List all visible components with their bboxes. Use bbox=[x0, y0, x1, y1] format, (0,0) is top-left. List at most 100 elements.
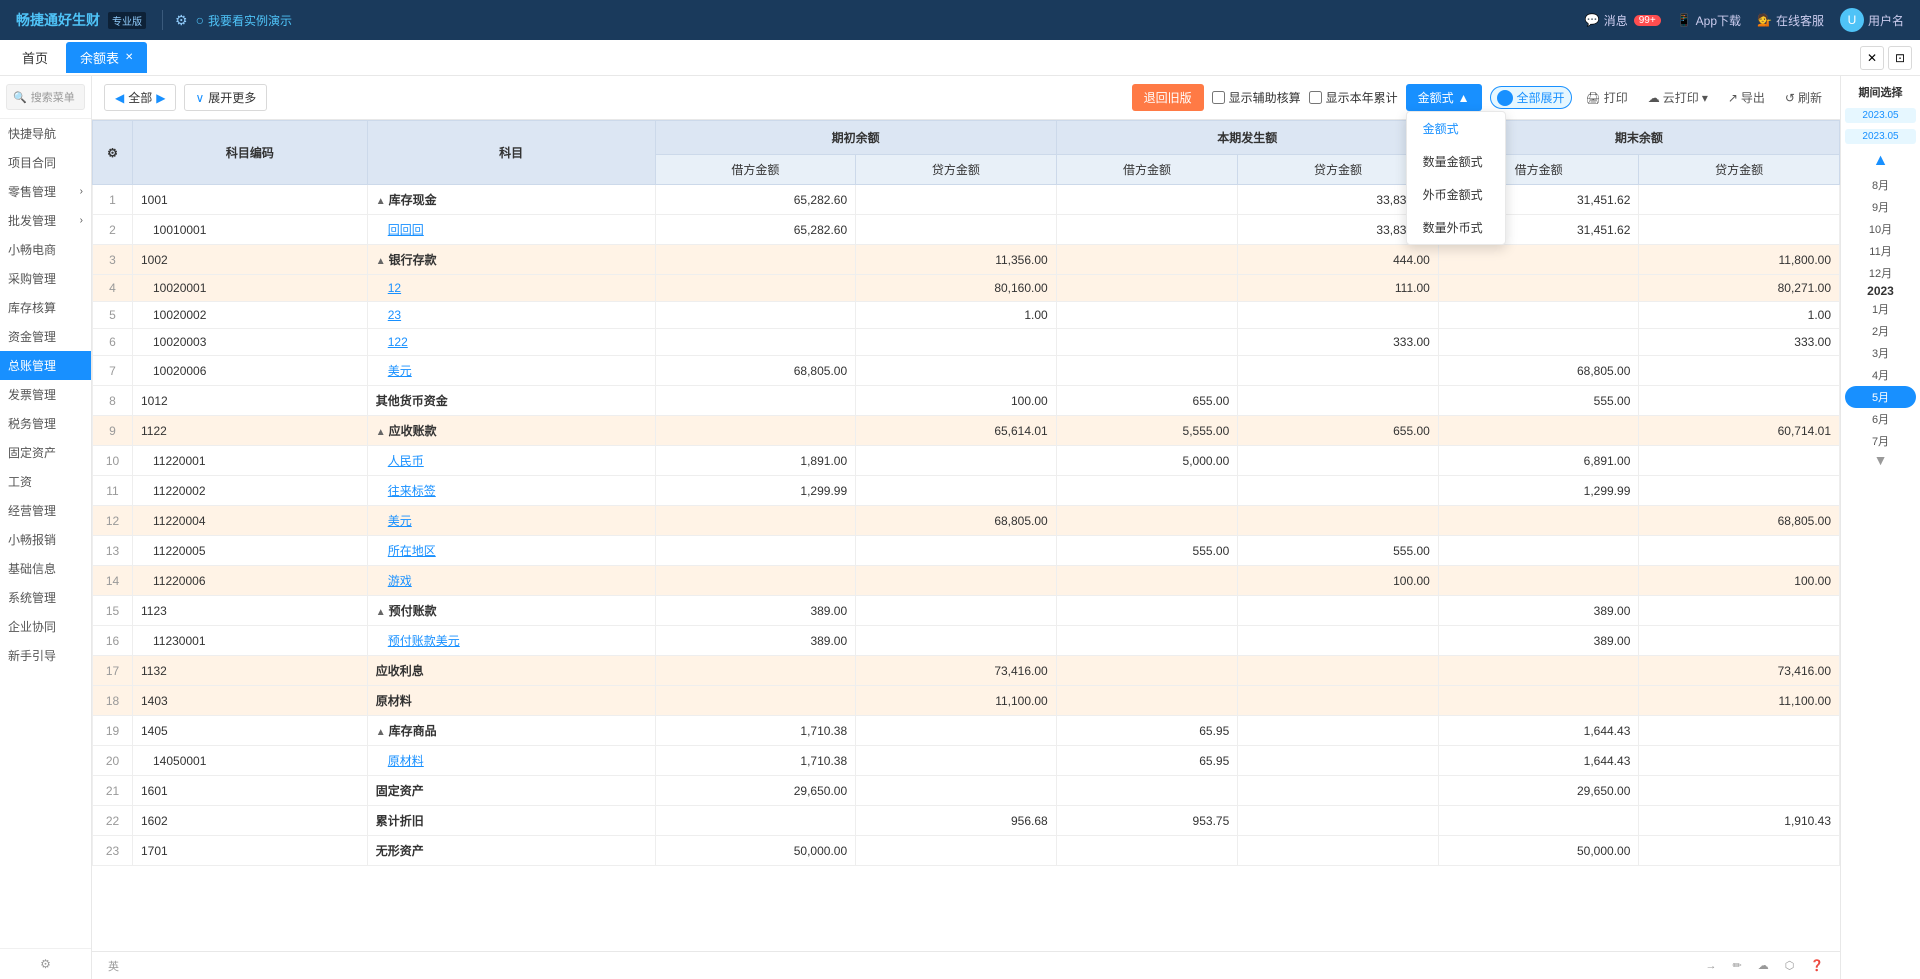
show-auxiliary-checkbox[interactable] bbox=[1212, 91, 1225, 104]
user-avatar[interactable]: U 用户名 bbox=[1840, 8, 1904, 32]
expand-arrow[interactable]: ▲ bbox=[376, 256, 386, 267]
period-item-2023-3月[interactable]: 3月 bbox=[1845, 342, 1916, 364]
sidebar-item-purchase_mgmt[interactable]: 采购管理 bbox=[0, 264, 91, 293]
period-nav-down-btn[interactable]: ▼ bbox=[1845, 452, 1916, 468]
sidebar-item-general_ledger[interactable]: 总账管理 bbox=[0, 351, 91, 380]
subject-link[interactable]: 原材料 bbox=[388, 754, 424, 768]
sidebar-item-project[interactable]: 项目合同 bbox=[0, 148, 91, 177]
expand-arrow[interactable]: ▲ bbox=[376, 427, 386, 438]
period-item-2023-6月[interactable]: 6月 bbox=[1845, 408, 1916, 430]
sidebar-item-inventory[interactable]: 库存核算 bbox=[0, 293, 91, 322]
subject-link[interactable]: 所在地区 bbox=[388, 544, 436, 558]
arrow-icon-bottom[interactable]: → bbox=[1701, 958, 1720, 974]
window-close-btn[interactable]: ✕ bbox=[1860, 46, 1884, 70]
subject-link[interactable]: 回回回 bbox=[388, 223, 424, 237]
window-max-btn[interactable]: ⊡ bbox=[1888, 46, 1912, 70]
jine-dropdown-menu: 金额式 数量金额式 外币金额式 数量外币式 bbox=[1406, 111, 1506, 245]
show-ytd-checkbox[interactable] bbox=[1309, 91, 1322, 104]
subject-link[interactable]: 美元 bbox=[388, 364, 412, 378]
sidebar-item-ops_mgmt[interactable]: 经营管理 bbox=[0, 496, 91, 525]
balance-table-wrapper: ⚙ 科目编码 科目 期初余额 本期发生额 期末余额 借方金额 贷方金额 借方金额… bbox=[92, 120, 1840, 951]
sidebar-item-invoice_mgmt[interactable]: 发票管理 bbox=[0, 380, 91, 409]
period-item-2023-5月[interactable]: 5月 bbox=[1845, 386, 1916, 408]
export-btn[interactable]: ↗ 导出 bbox=[1722, 85, 1771, 110]
tab-home[interactable]: 首页 bbox=[8, 42, 62, 73]
translate-btn[interactable]: 英 bbox=[104, 959, 123, 975]
period-item-9月[interactable]: 9月 bbox=[1845, 196, 1916, 218]
expand-all-toggle[interactable]: 全部展开 bbox=[1490, 86, 1572, 109]
jine-style-btn[interactable]: 金额式 ▲ bbox=[1406, 84, 1482, 111]
subject-link[interactable]: 122 bbox=[388, 335, 408, 349]
print-btn[interactable]: 🖨 打印 bbox=[1580, 85, 1634, 110]
demo-link[interactable]: ○ 我要看实例演示 bbox=[196, 12, 292, 29]
sidebar-item-retail_mgmt[interactable]: 零售管理› bbox=[0, 177, 91, 206]
sidebar-item-tax_mgmt[interactable]: 税务管理 bbox=[0, 409, 91, 438]
expand-arrow[interactable]: ▲ bbox=[376, 727, 386, 738]
show-auxiliary-label[interactable]: 显示辅助核算 bbox=[1212, 89, 1301, 106]
sidebar-item-system_mgmt[interactable]: 系统管理 bbox=[0, 583, 91, 612]
period-item-2023-1月[interactable]: 1月 bbox=[1845, 298, 1916, 320]
period-item-2023-2月[interactable]: 2月 bbox=[1845, 320, 1916, 342]
period-nav-up-btn[interactable]: ▲ bbox=[1845, 152, 1916, 170]
subject-link[interactable]: 预付账款美元 bbox=[388, 634, 460, 648]
row-beg-credit: 1.00 bbox=[856, 302, 1057, 329]
row-end-debit bbox=[1438, 506, 1639, 536]
edit-icon-bottom[interactable]: ✏ bbox=[1728, 957, 1745, 974]
all-filter-btn[interactable]: ◀ 全部 ▶ bbox=[104, 84, 176, 111]
help-icon-bottom[interactable]: ❓ bbox=[1806, 957, 1828, 974]
period-item-2023-4月[interactable]: 4月 bbox=[1845, 364, 1916, 386]
row-cur-credit bbox=[1238, 506, 1439, 536]
expand-arrow[interactable]: ▲ bbox=[376, 607, 386, 618]
search-menu-btn[interactable]: 🔍 搜索菜单 bbox=[6, 84, 85, 110]
expand-more-btn[interactable]: ∨ 展开更多 bbox=[184, 84, 267, 111]
subject-link[interactable]: 人民币 bbox=[388, 454, 424, 468]
row-beg-credit bbox=[856, 626, 1057, 656]
sidebar-item-enterprise[interactable]: 企业协同 bbox=[0, 612, 91, 641]
dropdown-item-jine[interactable]: 金额式 bbox=[1407, 112, 1505, 145]
subject-link[interactable]: 美元 bbox=[388, 514, 412, 528]
period-item-10月[interactable]: 10月 bbox=[1845, 218, 1916, 240]
sidebar-item-fixed_assets[interactable]: 固定资产 bbox=[0, 438, 91, 467]
sidebar-item-xiaochang_sales[interactable]: 小畅报销 bbox=[0, 525, 91, 554]
settings-gear-btn[interactable]: ⚙ bbox=[8, 957, 83, 971]
cloud-icon-bottom[interactable]: ☁ bbox=[1754, 957, 1773, 974]
settings-icon[interactable]: ⚙ bbox=[107, 146, 118, 160]
period-range-end[interactable]: 2023.05 bbox=[1845, 129, 1916, 144]
row-beg-credit: 100.00 bbox=[856, 386, 1057, 416]
online-service-btn[interactable]: 💁 在线客服 bbox=[1757, 12, 1824, 29]
refresh-btn[interactable]: ↺ 刷新 bbox=[1779, 85, 1828, 110]
gear-icon[interactable]: ⚙ bbox=[175, 12, 188, 29]
sidebar-item-new_guide[interactable]: 新手引导 bbox=[0, 641, 91, 670]
tab-close-icon[interactable]: ✕ bbox=[125, 52, 133, 63]
dropdown-item-shuliang-jine[interactable]: 数量金额式 bbox=[1407, 145, 1505, 178]
period-item-2023-7月[interactable]: 7月 bbox=[1845, 430, 1916, 452]
dropdown-item-shuliang-waib[interactable]: 数量外币式 bbox=[1407, 211, 1505, 244]
retro-version-btn[interactable]: 退回旧版 bbox=[1132, 84, 1204, 111]
hex-icon-bottom[interactable]: ⬡ bbox=[1781, 957, 1799, 974]
sidebar-item-wholesale_mgmt[interactable]: 批发管理› bbox=[0, 206, 91, 235]
show-ytd-label[interactable]: 显示本年累计 bbox=[1309, 89, 1398, 106]
sidebar-item-xiaochang_ecom[interactable]: 小畅电商 bbox=[0, 235, 91, 264]
subject-link[interactable]: 往来标签 bbox=[388, 484, 436, 498]
row-code: 1002 bbox=[133, 245, 368, 275]
expand-arrow[interactable]: ▲ bbox=[376, 196, 386, 207]
sidebar-bottom: ⚙ bbox=[0, 948, 91, 979]
row-subject: 回回回 bbox=[367, 215, 655, 245]
sidebar-item-payroll[interactable]: 工资 bbox=[0, 467, 91, 496]
subject-link[interactable]: 23 bbox=[388, 308, 401, 322]
period-item-8月[interactable]: 8月 bbox=[1845, 174, 1916, 196]
subject-link[interactable]: 游戏 bbox=[388, 574, 412, 588]
dropdown-item-waib-jine[interactable]: 外币金额式 bbox=[1407, 178, 1505, 211]
tab-balance[interactable]: 余额表 ✕ bbox=[66, 42, 147, 73]
sidebar-item-quick-nav[interactable]: 快捷导航 bbox=[0, 119, 91, 148]
sidebar-item-basic_info[interactable]: 基础信息 bbox=[0, 554, 91, 583]
period-item-11月[interactable]: 11月 bbox=[1845, 240, 1916, 262]
app-download-btn[interactable]: 📱 App下载 bbox=[1677, 12, 1741, 29]
subject-link[interactable]: 12 bbox=[388, 281, 401, 295]
message-btn[interactable]: 💬 消息 99+ bbox=[1585, 12, 1661, 29]
period-item-12月[interactable]: 12月 bbox=[1845, 262, 1916, 284]
sidebar-item-capital_mgmt[interactable]: 资金管理 bbox=[0, 322, 91, 351]
period-range-start[interactable]: 2023.05 bbox=[1845, 108, 1916, 123]
row-no: 10 bbox=[93, 446, 133, 476]
cloud-print-btn[interactable]: ☁ 云打印 ▾ bbox=[1642, 85, 1714, 110]
